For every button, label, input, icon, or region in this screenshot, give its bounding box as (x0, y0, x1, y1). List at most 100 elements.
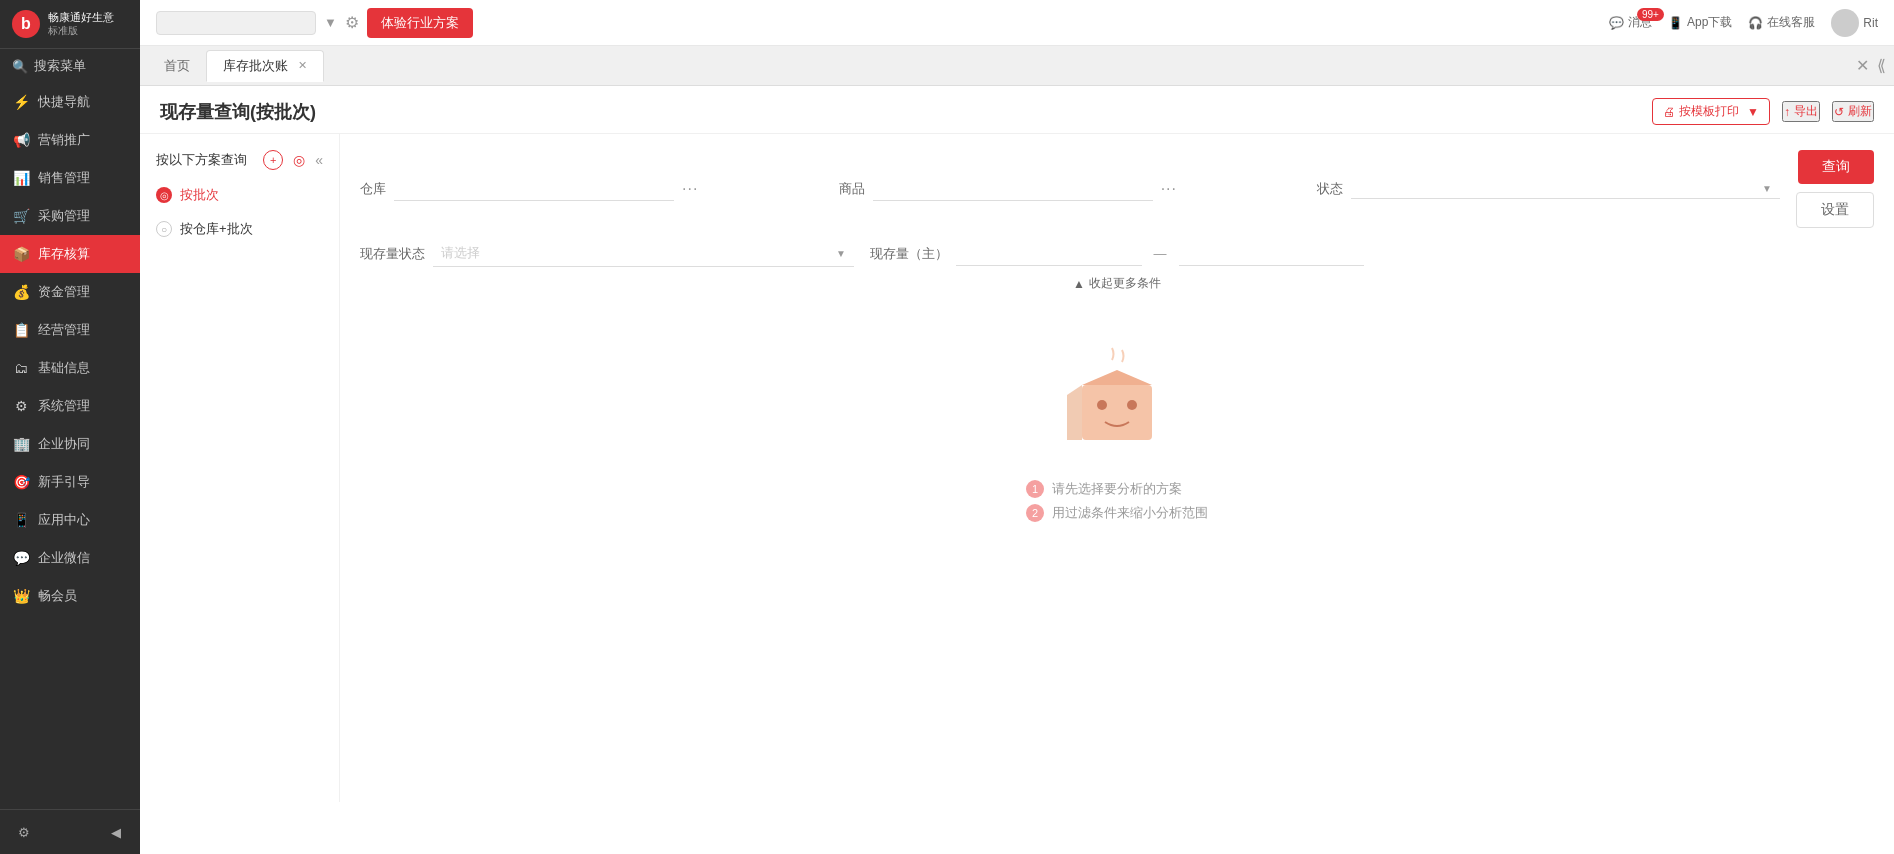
enterprise-icon: 🏢 (12, 435, 30, 453)
settings-button-query[interactable]: 设置 (1796, 192, 1874, 228)
user-avatar[interactable]: Rit (1831, 9, 1878, 37)
status-select[interactable]: ▼ (1351, 179, 1780, 199)
sidebar: b 畅康通好生意 标准版 🔍 搜索菜单 ⚡ 快捷导航 📢 营销推广 📊 (0, 0, 140, 854)
export-button[interactable]: ↑ 导出 (1782, 101, 1820, 122)
page-header-actions: 🖨 按模板打印 ▼ ↑ 导出 ↺ 刷新 (1652, 98, 1874, 125)
refresh-icon: ↺ (1834, 105, 1844, 119)
expand-icon[interactable]: ⟪ (1877, 56, 1886, 75)
template-print-button[interactable]: 🖨 按模板打印 ▼ (1652, 98, 1770, 125)
marketing-icon: 📢 (12, 131, 30, 149)
print-icon: 🖨 (1663, 105, 1675, 119)
sidebar-item-basic[interactable]: 🗂 基础信息 (0, 349, 140, 387)
sidebar-item-newbie[interactable]: 🎯 新手引导 (0, 463, 140, 501)
sidebar-item-purchase[interactable]: 🛒 采购管理 (0, 197, 140, 235)
sidebar-item-inventory[interactable]: 📦 库存核算 (0, 235, 140, 273)
wechat-icon: 💬 (12, 549, 30, 567)
settings-button[interactable]: ⚙ (12, 820, 36, 844)
warehouse-input[interactable] (394, 177, 674, 201)
tab-inventory-batch[interactable]: 库存批次账 ✕ (206, 50, 324, 82)
collapse-left-panel-icon[interactable]: « (315, 152, 323, 168)
basic-icon: 🗂 (12, 359, 30, 377)
topbar-search-input[interactable] (156, 11, 316, 35)
sidebar-search[interactable]: 🔍 搜索菜单 (0, 49, 140, 83)
sidebar-item-system[interactable]: ⚙ 系统管理 (0, 387, 140, 425)
company-name: 畅康通好生意 (48, 10, 114, 24)
tab-home[interactable]: 首页 (148, 50, 206, 82)
quick-nav-icon: ⚡ (12, 93, 30, 111)
query-button[interactable]: 查询 (1798, 150, 1874, 184)
plan-item-warehouse-batch[interactable]: ○ 按仓库+批次 (140, 212, 339, 246)
topbar: ▼ ⚙ 体验行业方案 💬 消息 99+ 📱 App下载 🎧 在线客服 (140, 0, 1894, 46)
stock-qty-min[interactable] (956, 242, 1142, 266)
sidebar-nav: ⚡ 快捷导航 📢 营销推广 📊 销售管理 🛒 采购管理 📦 库存核算 💰 (0, 83, 140, 809)
sidebar-item-finance[interactable]: 💰 资金管理 (0, 273, 140, 311)
plan-dot-active: ◎ (156, 187, 172, 203)
print-dropdown-icon[interactable]: ▼ (1747, 105, 1759, 119)
operations-icon: 📋 (12, 321, 30, 339)
tab-close-button[interactable]: ✕ (298, 59, 307, 72)
collapse-more-button[interactable]: ▲ 收起更多条件 (360, 267, 1874, 300)
trial-button[interactable]: 体验行业方案 (367, 8, 473, 38)
sidebar-item-member[interactable]: 👑 畅会员 (0, 577, 140, 615)
system-icon: ⚙ (12, 397, 30, 415)
newbie-icon: 🎯 (12, 473, 30, 491)
messages-button[interactable]: 💬 消息 99+ (1609, 14, 1652, 31)
sidebar-item-operations[interactable]: 📋 经营管理 (0, 311, 140, 349)
svg-marker-4 (1067, 385, 1082, 440)
app-logo: b (12, 10, 40, 38)
warehouse-more-icon[interactable]: ··· (682, 180, 698, 198)
product-more-icon[interactable]: ··· (1161, 180, 1177, 198)
topbar-dropdown-icon[interactable]: ▼ (324, 15, 337, 30)
topbar-gear-icon[interactable]: ⚙ (345, 13, 359, 32)
filter-status: 状态 ▼ (1317, 179, 1780, 199)
main-content: ▼ ⚙ 体验行业方案 💬 消息 99+ 📱 App下载 🎧 在线客服 (140, 0, 1894, 854)
settings-icon: ⚙ (18, 825, 30, 840)
collapse-more-icon: ▲ (1073, 277, 1085, 291)
svg-point-2 (1097, 400, 1107, 410)
filter-row-2: 现存量状态 请选择 ▼ 现存量（主） — (360, 240, 1874, 267)
refresh-button[interactable]: ↺ 刷新 (1832, 101, 1874, 122)
empty-state: 1 请先选择要分析的方案 2 用过滤条件来缩小分析范围 (360, 340, 1874, 522)
app-edition: 标准版 (48, 24, 114, 38)
plan-settings-icon[interactable]: ◎ (289, 150, 309, 170)
sidebar-item-quick-nav[interactable]: ⚡ 快捷导航 (0, 83, 140, 121)
stock-qty-max[interactable] (1179, 242, 1365, 266)
messages-badge: 99+ (1637, 8, 1664, 21)
sidebar-item-apps[interactable]: 📱 应用中心 (0, 501, 140, 539)
page-title: 现存量查询(按批次) (160, 100, 316, 124)
app-download-button[interactable]: 📱 App下载 (1668, 14, 1732, 31)
filter-row-1: 仓库 ··· 商品 ··· 状态 (360, 150, 1874, 228)
svg-point-3 (1127, 400, 1137, 410)
sidebar-item-enterprise[interactable]: 🏢 企业协同 (0, 425, 140, 463)
plan-item-batch[interactable]: ◎ 按批次 (140, 178, 339, 212)
sidebar-item-wechat[interactable]: 💬 企业微信 (0, 539, 140, 577)
filter-area: 仓库 ··· 商品 ··· 状态 (360, 150, 1874, 300)
tabs-bar: 首页 库存批次账 ✕ ✕ ⟪ (140, 46, 1894, 86)
filter-stock-qty: 现存量（主） — (870, 242, 1364, 266)
export-icon: ↑ (1784, 105, 1790, 119)
actions-col: 查询 设置 (1796, 150, 1874, 228)
right-panel: 仓库 ··· 商品 ··· 状态 (340, 134, 1894, 802)
filter-warehouse: 仓库 ··· (360, 177, 823, 201)
online-service-button[interactable]: 🎧 在线客服 (1748, 14, 1815, 31)
finance-icon: 💰 (12, 283, 30, 301)
add-plan-button[interactable]: + (263, 150, 283, 170)
page-header: 现存量查询(按批次) 🖨 按模板打印 ▼ ↑ 导出 ↺ 刷新 (140, 86, 1894, 134)
stock-qty-range: — (956, 242, 1364, 266)
sidebar-item-sales[interactable]: 📊 销售管理 (0, 159, 140, 197)
stock-status-select[interactable]: 请选择 ▼ (433, 240, 854, 267)
svg-rect-0 (1082, 385, 1152, 440)
sidebar-item-marketing[interactable]: 📢 营销推广 (0, 121, 140, 159)
left-panel-header: 按以下方案查询 + ◎ « (140, 146, 339, 178)
svg-marker-1 (1082, 370, 1152, 385)
messages-icon: 💬 (1609, 16, 1624, 30)
sales-icon: 📊 (12, 169, 30, 187)
collapse-sidebar-button[interactable]: ◀ (104, 820, 128, 844)
close-panel-icon[interactable]: ✕ (1856, 56, 1869, 75)
search-icon: 🔍 (12, 59, 28, 74)
product-input[interactable] (873, 177, 1153, 201)
topbar-left: ▼ ⚙ 体验行业方案 (156, 8, 1597, 38)
headset-icon: 🎧 (1748, 16, 1763, 30)
collapse-icon: ◀ (111, 825, 121, 840)
empty-hint-2: 2 用过滤条件来缩小分析范围 (1026, 504, 1208, 522)
